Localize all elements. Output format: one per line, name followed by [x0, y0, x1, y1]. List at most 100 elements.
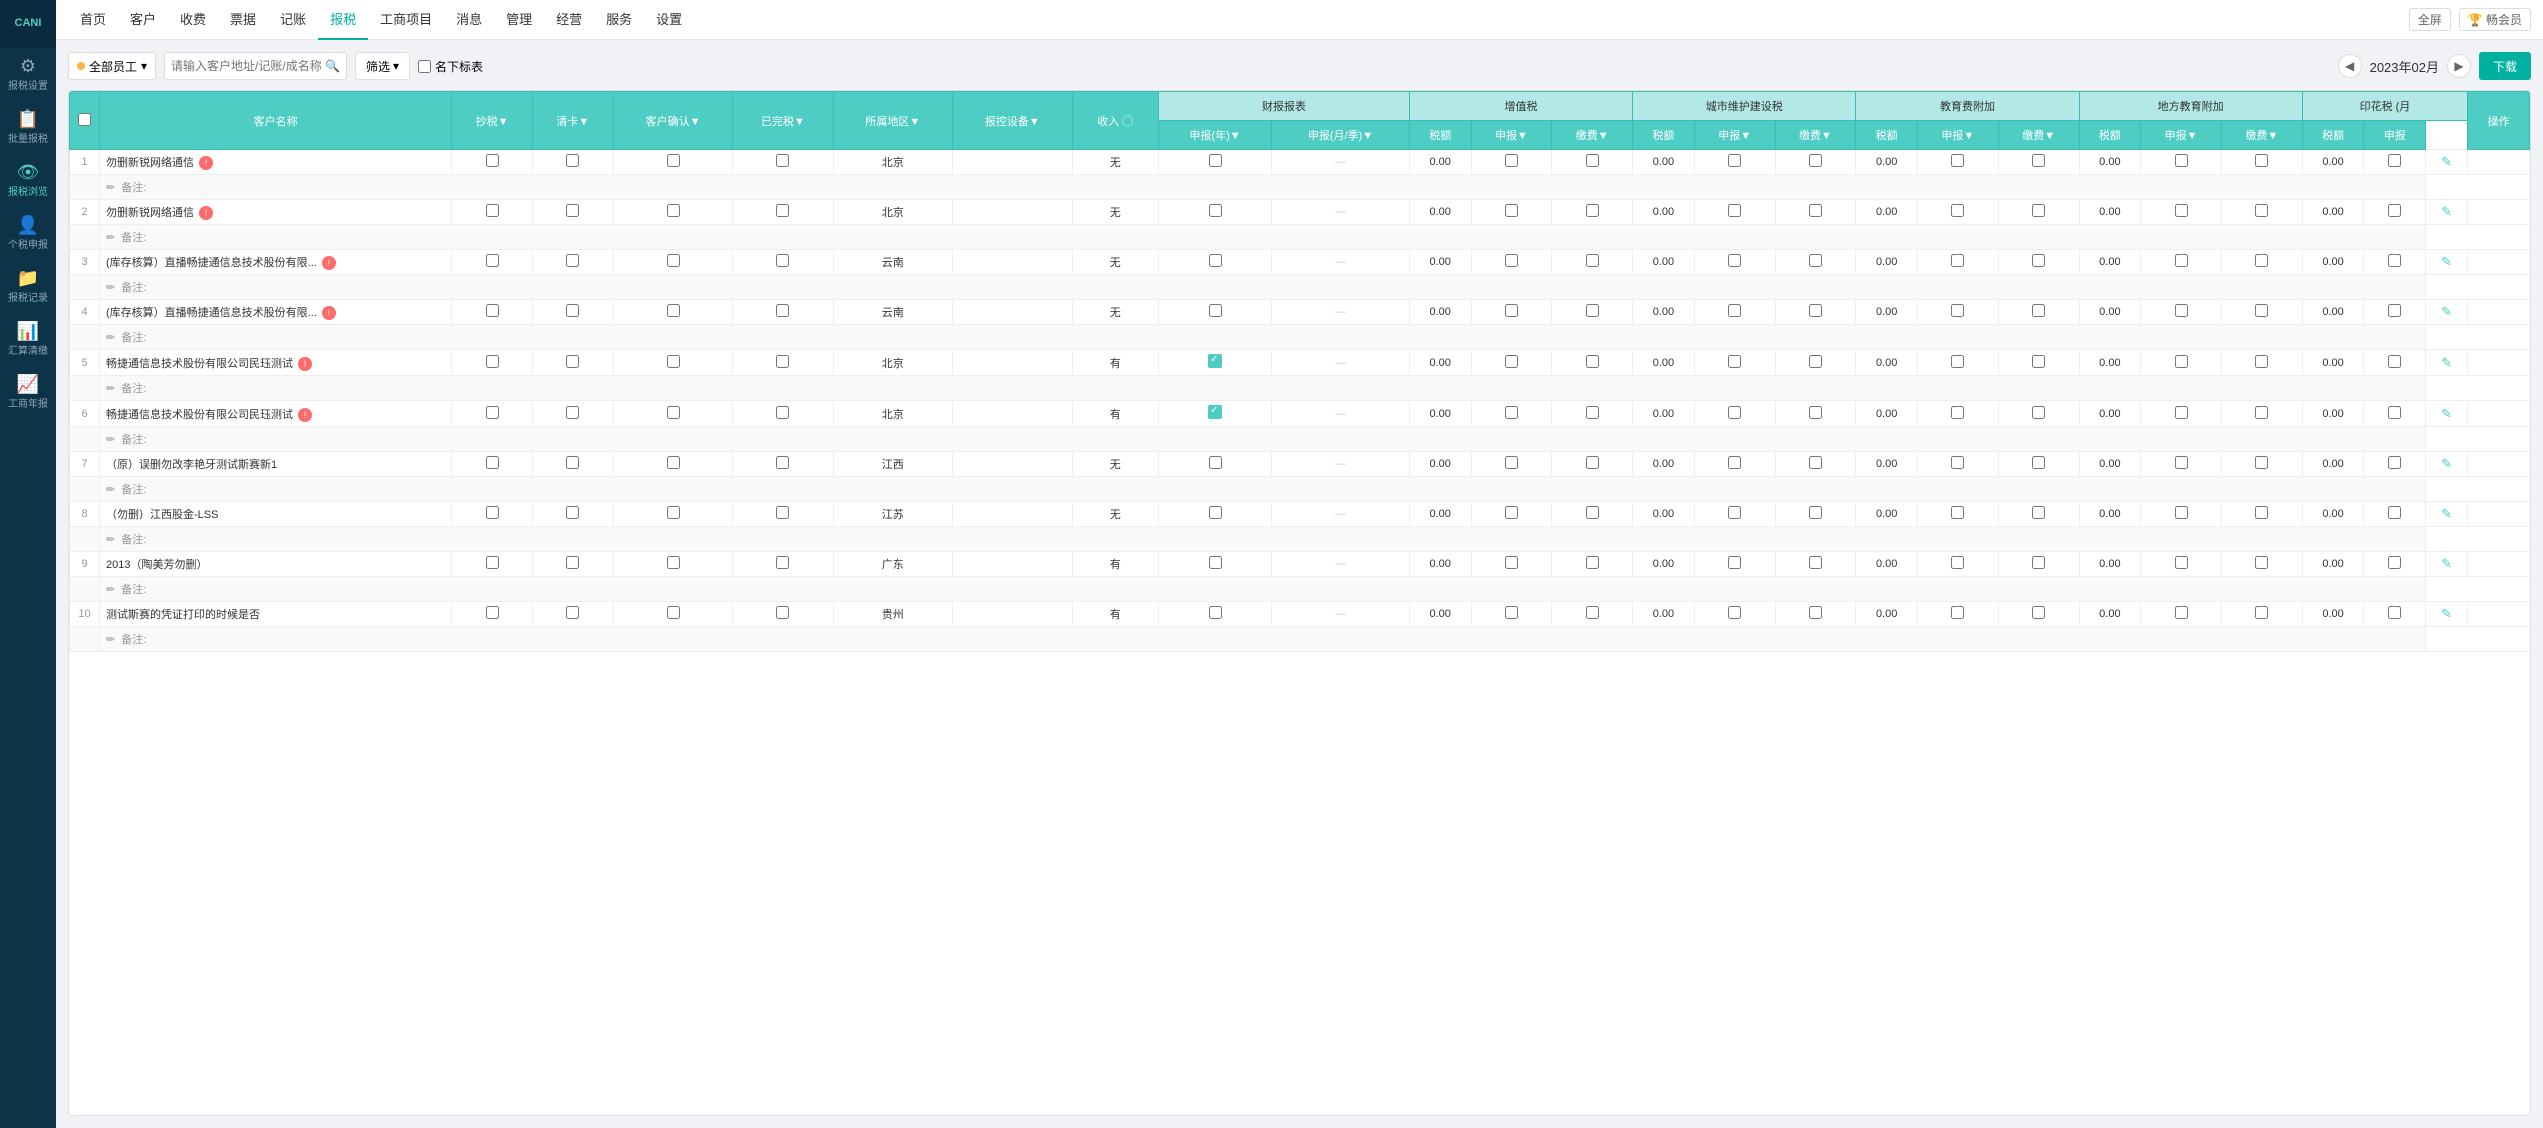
warning-icon[interactable]: !	[322, 306, 336, 320]
row-checkbox[interactable]	[1209, 506, 1222, 519]
city-pay-check[interactable]	[1809, 204, 1822, 217]
paid-check[interactable]	[776, 456, 789, 469]
nav-collect[interactable]: 收费	[168, 0, 218, 40]
nav-tax[interactable]: 报税	[318, 0, 368, 40]
nav-manage[interactable]: 管理	[494, 0, 544, 40]
local-pay-check[interactable]	[2255, 456, 2268, 469]
local-pay-check[interactable]	[2255, 304, 2268, 317]
local-pay-check[interactable]	[2255, 355, 2268, 368]
confirm-check[interactable]	[667, 254, 680, 267]
vat-pay-check[interactable]	[1586, 506, 1599, 519]
row-checkbox[interactable]	[1209, 154, 1222, 167]
paid-check[interactable]	[776, 154, 789, 167]
qingka-check[interactable]	[566, 254, 579, 267]
paid-check[interactable]	[776, 556, 789, 569]
warning-icon[interactable]: !	[298, 408, 312, 422]
stamp-declare-check[interactable]	[2388, 204, 2401, 217]
chaoshui-check[interactable]	[486, 355, 499, 368]
vat-pay-check[interactable]	[1586, 556, 1599, 569]
qingka-check[interactable]	[566, 304, 579, 317]
edit-icon[interactable]: ✎	[2441, 154, 2452, 169]
th-finance-month[interactable]: 申报(月/季)▼	[1272, 121, 1410, 150]
edu-declare-check[interactable]	[1951, 154, 1964, 167]
qingka-check[interactable]	[566, 204, 579, 217]
th-vat-declare[interactable]: 申报▼	[1471, 121, 1552, 150]
qingka-check[interactable]	[566, 506, 579, 519]
fullscreen-button[interactable]: 全屏	[2409, 8, 2451, 31]
chaoshui-check[interactable]	[486, 204, 499, 217]
edit-icon[interactable]: ✎	[2441, 506, 2452, 521]
city-declare-check[interactable]	[1728, 456, 1741, 469]
edu-declare-check[interactable]	[1951, 254, 1964, 267]
edu-declare-check[interactable]	[1951, 556, 1964, 569]
stamp-declare-check[interactable]	[2388, 154, 2401, 167]
qingka-check[interactable]	[566, 355, 579, 368]
city-declare-check[interactable]	[1728, 304, 1741, 317]
note-pencil-icon[interactable]: ✏	[106, 182, 115, 194]
edit-icon[interactable]: ✎	[2441, 456, 2452, 471]
note-pencil-icon[interactable]: ✏	[106, 282, 115, 294]
row-checkbox[interactable]	[1209, 456, 1222, 469]
city-declare-check[interactable]	[1728, 254, 1741, 267]
select-all-checkbox[interactable]	[78, 113, 91, 126]
local-declare-check[interactable]	[2175, 556, 2188, 569]
vat-declare-check[interactable]	[1505, 406, 1518, 419]
th-stamp-declare[interactable]: 申报	[2364, 121, 2426, 150]
th-vat-pay[interactable]: 缴费▼	[1552, 121, 1633, 150]
city-pay-check[interactable]	[1809, 506, 1822, 519]
main-table-container[interactable]: 客户名称 抄税▼ 清卡▼ 客户确认▼ 已完税▼ 所属地区▼ 报控设备▼ 收入 ◯…	[68, 90, 2531, 1116]
edu-pay-check[interactable]	[2032, 606, 2045, 619]
confirm-check[interactable]	[667, 606, 680, 619]
city-pay-check[interactable]	[1809, 304, 1822, 317]
stamp-declare-check[interactable]	[2388, 506, 2401, 519]
chaoshui-check[interactable]	[486, 606, 499, 619]
confirm-check[interactable]	[667, 204, 680, 217]
paid-check[interactable]	[776, 506, 789, 519]
edit-icon[interactable]: ✎	[2441, 304, 2452, 319]
city-pay-check[interactable]	[1809, 556, 1822, 569]
vat-declare-check[interactable]	[1505, 506, 1518, 519]
paid-check[interactable]	[776, 606, 789, 619]
local-declare-check[interactable]	[2175, 154, 2188, 167]
row-checkbox[interactable]	[1209, 204, 1222, 217]
warning-icon[interactable]: !	[199, 206, 213, 220]
edu-pay-check[interactable]	[2032, 406, 2045, 419]
note-pencil-icon[interactable]: ✏	[106, 584, 115, 596]
edit-icon[interactable]: ✎	[2441, 355, 2452, 370]
th-income[interactable]: 收入 ◯	[1072, 92, 1158, 150]
stamp-declare-check[interactable]	[2388, 456, 2401, 469]
local-declare-check[interactable]	[2175, 204, 2188, 217]
edu-declare-check[interactable]	[1951, 304, 1964, 317]
confirm-check[interactable]	[667, 154, 680, 167]
edu-pay-check[interactable]	[2032, 556, 2045, 569]
edu-declare-check[interactable]	[1951, 456, 1964, 469]
edu-declare-check[interactable]	[1951, 406, 1964, 419]
edit-icon[interactable]: ✎	[2441, 556, 2452, 571]
prev-month-button[interactable]: ◀	[2338, 54, 2362, 78]
sidebar-item-batch-tax[interactable]: 📋 批量报税	[0, 101, 56, 154]
vat-declare-check[interactable]	[1505, 204, 1518, 217]
local-declare-check[interactable]	[2175, 606, 2188, 619]
edu-pay-check[interactable]	[2032, 154, 2045, 167]
edu-pay-check[interactable]	[2032, 304, 2045, 317]
confirm-check[interactable]	[667, 406, 680, 419]
th-region[interactable]: 所属地区▼	[833, 92, 953, 150]
stamp-declare-check[interactable]	[2388, 254, 2401, 267]
city-declare-check[interactable]	[1728, 154, 1741, 167]
note-pencil-icon[interactable]: ✏	[106, 484, 115, 496]
local-pay-check[interactable]	[2255, 506, 2268, 519]
name-checkbox[interactable]	[418, 60, 431, 73]
download-button[interactable]: 下载	[2479, 52, 2531, 80]
local-pay-check[interactable]	[2255, 406, 2268, 419]
city-pay-check[interactable]	[1809, 456, 1822, 469]
confirm-check[interactable]	[667, 506, 680, 519]
local-declare-check[interactable]	[2175, 456, 2188, 469]
sidebar-item-annual-report[interactable]: 📈 工商年报	[0, 366, 56, 419]
stamp-declare-check[interactable]	[2388, 406, 2401, 419]
note-pencil-icon[interactable]: ✏	[106, 434, 115, 446]
qingka-check[interactable]	[566, 456, 579, 469]
th-chaoshui[interactable]: 抄税▼	[452, 92, 533, 150]
sidebar-item-tax-record[interactable]: 📁 报税记录	[0, 260, 56, 313]
local-declare-check[interactable]	[2175, 304, 2188, 317]
nav-accounting[interactable]: 记账	[268, 0, 318, 40]
